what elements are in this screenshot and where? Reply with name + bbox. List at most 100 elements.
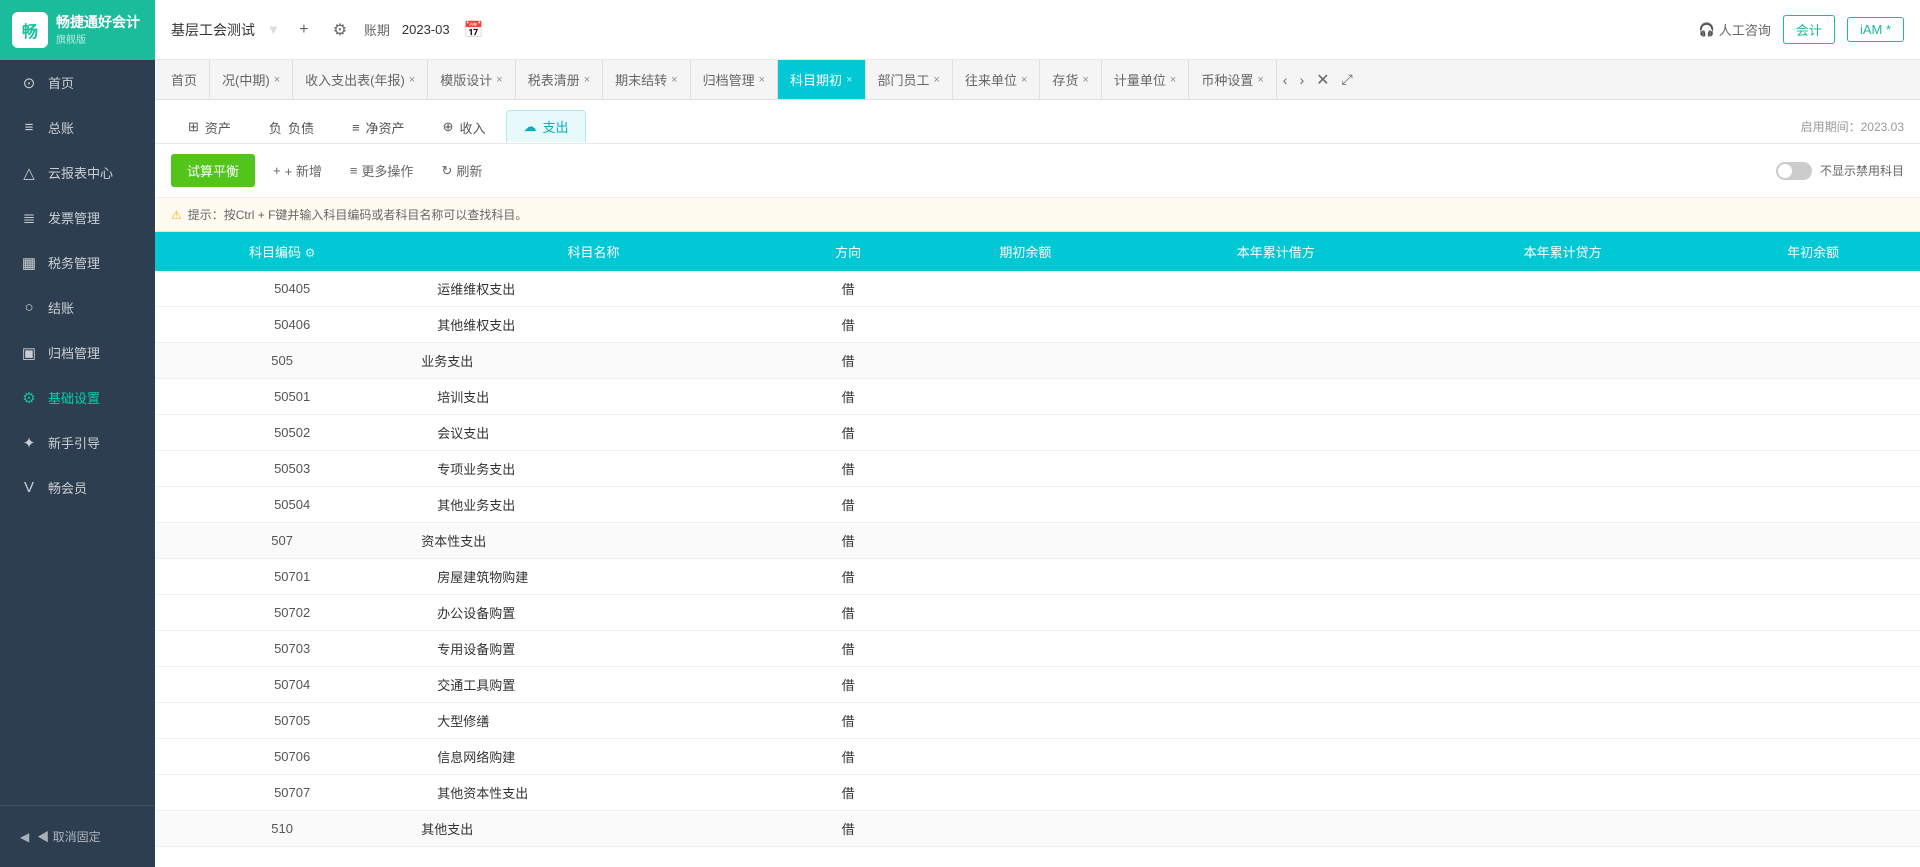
cell-period-balance-6 bbox=[918, 487, 1132, 523]
cell-year-debit-1 bbox=[1132, 307, 1419, 343]
tab-label-taxclear: 税表清册 bbox=[528, 70, 580, 89]
tab-close-annual[interactable]: × bbox=[409, 74, 415, 86]
add-tab-button[interactable]: + bbox=[292, 18, 316, 42]
calc-balance-button[interactable]: 试算平衡 bbox=[171, 154, 255, 187]
iam-button[interactable]: iAM * bbox=[1847, 17, 1904, 42]
add-button[interactable]: + + 新增 bbox=[263, 155, 332, 186]
table-row[interactable]: 50503 专项业务支出 借 bbox=[155, 451, 1920, 487]
sidebar-item-ledger[interactable]: ≡ 总账 bbox=[0, 105, 155, 150]
table-row[interactable]: 50703 专用设备购置 借 bbox=[155, 631, 1920, 667]
sidebar-item-basic[interactable]: ⚙ 基础设置 bbox=[0, 375, 155, 420]
sub-tab-asset[interactable]: ⊞ 资产 bbox=[171, 111, 248, 143]
cell-code-0: 50405 bbox=[155, 271, 409, 307]
sidebar-item-home[interactable]: ⊙ 首页 bbox=[0, 60, 155, 105]
tab-period-end[interactable]: 期末结转 × bbox=[603, 60, 690, 100]
tab-taxclear[interactable]: 税表清册 × bbox=[516, 60, 603, 100]
tab-close-currency[interactable]: × bbox=[1257, 74, 1263, 86]
col-direction: 方向 bbox=[778, 232, 919, 271]
table-row[interactable]: 50702 办公设备购置 借 bbox=[155, 595, 1920, 631]
more-actions-button[interactable]: ≡ 更多操作 bbox=[340, 155, 424, 186]
sidebar-item-report[interactable]: △ 云报表中心 bbox=[0, 150, 155, 195]
table-row[interactable]: 50701 房屋建筑物购建 借 bbox=[155, 559, 1920, 595]
sidebar-collapse-button[interactable]: ◀ ◀ 取消固定 bbox=[0, 818, 155, 855]
more-icon: ≡ bbox=[350, 163, 358, 178]
tab-currency[interactable]: 币种设置 × bbox=[1189, 60, 1276, 100]
settings-button[interactable]: ⚙ bbox=[328, 18, 352, 42]
tab-close-inventory[interactable]: × bbox=[1082, 74, 1088, 86]
table-row[interactable]: 50501 培训支出 借 bbox=[155, 379, 1920, 415]
cell-year-balance-13 bbox=[1706, 739, 1920, 775]
tab-close-archive[interactable]: × bbox=[759, 74, 765, 86]
sub-tab-liability[interactable]: 负 负债 bbox=[252, 111, 331, 143]
topbar-divider: ▼ bbox=[267, 22, 280, 37]
tab-close-interim[interactable]: × bbox=[274, 74, 280, 86]
account-button[interactable]: 会计 bbox=[1783, 15, 1835, 44]
cell-name-13: 信息网络购建 bbox=[409, 739, 778, 775]
sub-tab-icon-asset: ⊞ bbox=[188, 119, 199, 135]
cell-year-balance-8 bbox=[1706, 559, 1920, 595]
cell-year-balance-12 bbox=[1706, 703, 1920, 739]
disabled-toggle[interactable] bbox=[1776, 162, 1812, 180]
archive-nav-label: 归档管理 bbox=[48, 343, 100, 362]
cell-direction-1: 借 bbox=[778, 307, 919, 343]
tab-close-customer[interactable]: × bbox=[1021, 74, 1027, 86]
sub-tab-income[interactable]: ⊕ 收入 bbox=[426, 111, 503, 143]
tab-close-all[interactable]: ✕ bbox=[1310, 60, 1335, 100]
table-row[interactable]: 50405 运维维权支出 借 bbox=[155, 271, 1920, 307]
tab-inventory[interactable]: 存货 × bbox=[1040, 60, 1101, 100]
cell-period-balance-8 bbox=[918, 559, 1132, 595]
table-row[interactable]: 50706 信息网络购建 借 bbox=[155, 739, 1920, 775]
tab-subject-init[interactable]: 科目期初 × bbox=[778, 60, 865, 100]
table-row[interactable]: 50406 其他维权支出 借 bbox=[155, 307, 1920, 343]
add-icon: + bbox=[273, 163, 281, 178]
tab-archive[interactable]: 归档管理 × bbox=[691, 60, 778, 100]
cell-year-debit-10 bbox=[1132, 631, 1419, 667]
sidebar-item-tax[interactable]: ▦ 税务管理 bbox=[0, 240, 155, 285]
tab-close-subject-init[interactable]: × bbox=[846, 74, 852, 86]
sub-tab-expense[interactable]: ☁ 支出 bbox=[506, 110, 585, 143]
tab-customer[interactable]: 往来单位 × bbox=[953, 60, 1040, 100]
table-row[interactable]: 507 资本性支出 借 bbox=[155, 523, 1920, 559]
consult-button[interactable]: 🎧 人工咨询 bbox=[1699, 20, 1771, 39]
sidebar-item-settle[interactable]: ○ 结账 bbox=[0, 285, 155, 330]
tab-dept[interactable]: 部门员工 × bbox=[866, 60, 953, 100]
cell-year-balance-14 bbox=[1706, 775, 1920, 811]
refresh-button[interactable]: ↻ 刷新 bbox=[431, 155, 492, 186]
home-nav-icon: ⊙ bbox=[20, 74, 38, 92]
table-row[interactable]: 510 其他支出 借 bbox=[155, 811, 1920, 847]
tab-close-taxclear[interactable]: × bbox=[584, 74, 590, 86]
tab-template[interactable]: 模版设计 × bbox=[428, 60, 515, 100]
table-row[interactable]: 50704 交通工具购置 借 bbox=[155, 667, 1920, 703]
basic-nav-icon: ⚙ bbox=[20, 389, 38, 407]
calendar-icon[interactable]: 📅 bbox=[462, 18, 486, 42]
sidebar-item-archive[interactable]: ▣ 归档管理 bbox=[0, 330, 155, 375]
tab-nav-left[interactable]: ‹ bbox=[1277, 60, 1294, 100]
sidebar-item-member[interactable]: V 畅会员 bbox=[0, 465, 155, 510]
tab-label-annual: 收入支出表(年报) bbox=[305, 70, 405, 89]
table-row[interactable]: 50707 其他资本性支出 借 bbox=[155, 775, 1920, 811]
sub-tab-net-asset[interactable]: ≡ 净资产 bbox=[335, 111, 422, 143]
tab-nav-right[interactable]: › bbox=[1293, 60, 1310, 100]
tab-interim[interactable]: 况(中期) × bbox=[210, 60, 293, 100]
sidebar-item-invoice[interactable]: ≣ 发票管理 bbox=[0, 195, 155, 240]
tab-annual[interactable]: 收入支出表(年报) × bbox=[293, 60, 428, 100]
toolbar: 试算平衡 + + 新增 ≡ 更多操作 ↻ 刷新 不显示禁用科目 bbox=[155, 144, 1920, 198]
sub-tab-icon-expense: ☁ bbox=[523, 119, 536, 135]
tab-close-dept[interactable]: × bbox=[934, 74, 940, 86]
cell-year-balance-4 bbox=[1706, 415, 1920, 451]
basic-nav-label: 基础设置 bbox=[48, 388, 100, 407]
tab-close-period-end[interactable]: × bbox=[671, 74, 677, 86]
table-row[interactable]: 50504 其他业务支出 借 bbox=[155, 487, 1920, 523]
tab-close-template[interactable]: × bbox=[496, 74, 502, 86]
tab-close-unit[interactable]: × bbox=[1170, 74, 1176, 86]
table-row[interactable]: 50705 大型修缮 借 bbox=[155, 703, 1920, 739]
cell-period-balance-12 bbox=[918, 703, 1132, 739]
tab-expand[interactable]: ⤢ bbox=[1336, 60, 1359, 100]
table-row[interactable]: 505 业务支出 借 bbox=[155, 343, 1920, 379]
tab-unit[interactable]: 计量单位 × bbox=[1102, 60, 1189, 100]
col-settings-icon[interactable]: ⚙ bbox=[305, 246, 316, 260]
tab-home[interactable]: 首页 bbox=[159, 60, 210, 100]
sidebar-item-guide[interactable]: ✦ 新手引导 bbox=[0, 420, 155, 465]
toolbar-right: 不显示禁用科目 bbox=[1776, 162, 1904, 180]
table-row[interactable]: 50502 会议支出 借 bbox=[155, 415, 1920, 451]
